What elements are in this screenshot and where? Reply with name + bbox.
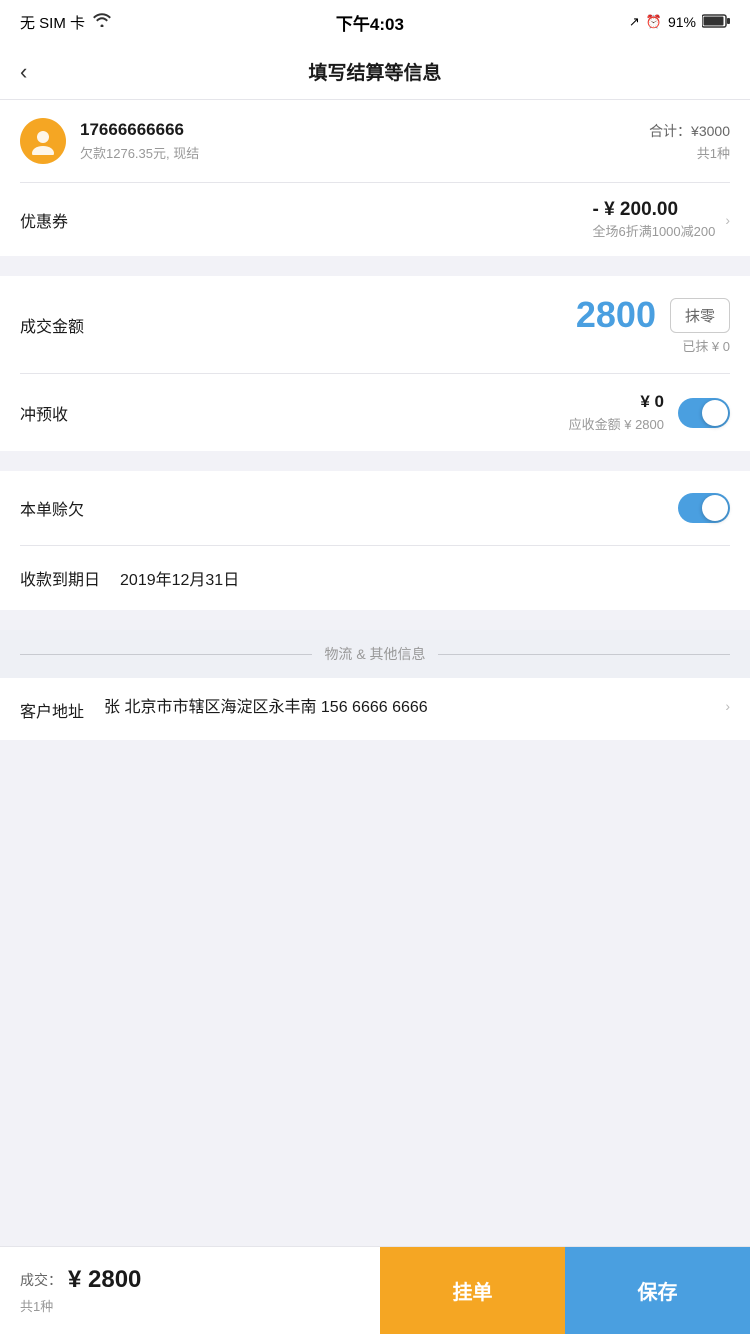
wifi-icon xyxy=(93,13,111,31)
chevron-right-icon: › xyxy=(725,212,730,228)
customer-row: 17666666666 欠款1276.35元, 现结 合计：¥3000 共1种 xyxy=(0,100,750,182)
customer-phone: 17666666666 xyxy=(80,120,199,140)
logistics-divider: 物流 & 其他信息 xyxy=(0,630,750,678)
gap-3 xyxy=(0,620,750,630)
debt-section: 本单赊欠 收款到期日 2019年12月31日 xyxy=(0,471,750,610)
content: 17666666666 欠款1276.35元, 现结 合计：¥3000 共1种 … xyxy=(0,100,750,1020)
transaction-amount: 2800 xyxy=(576,294,656,336)
no-sim-label: 无 SIM 卡 xyxy=(20,12,85,33)
line-left xyxy=(20,654,312,655)
line-right xyxy=(438,654,730,655)
total-count: 共1种 xyxy=(649,143,730,162)
address-chevron-icon: › xyxy=(725,696,730,714)
coupon-desc: 全场6折满1000减200 xyxy=(592,221,715,240)
advance-row: 冲预收 ¥ 0 应收金额 ¥ 2800 xyxy=(0,374,750,451)
status-bar: 无 SIM 卡 下午4:03 ↗ ⏰ 91% xyxy=(0,0,750,44)
status-right: ↗ ⏰ 91% xyxy=(629,14,730,31)
empty-space xyxy=(0,750,750,930)
advance-top: 冲预收 ¥ 0 应收金额 ¥ 2800 xyxy=(20,392,730,433)
debt-row: 本单赊欠 xyxy=(0,471,750,545)
due-date-row: 收款到期日 2019年12月31日 xyxy=(0,546,750,610)
due-date-label: 收款到期日 xyxy=(20,566,100,590)
advance-amounts: ¥ 0 应收金额 ¥ 2800 xyxy=(569,392,664,433)
summary-top: 成交： ¥ 2800 xyxy=(20,1266,360,1294)
nav-bar: ‹ 填写结算等信息 xyxy=(0,44,750,100)
alarm-icon: ⏰ xyxy=(646,14,662,30)
coupon-discount: - ¥ 200.00 xyxy=(592,199,715,221)
status-time: 下午4:03 xyxy=(336,10,404,35)
debt-toggle-knob xyxy=(702,495,728,521)
transaction-section: 成交金额 2800 抹零 已抹 ¥ 0 冲预收 ¥ 0 应收金额 ¥ 2800 xyxy=(0,276,750,451)
advance-toggle[interactable] xyxy=(678,398,730,428)
summary-count: 共1种 xyxy=(20,1296,360,1315)
back-button[interactable]: ‹ xyxy=(20,59,27,85)
address-row[interactable]: 客户地址 张 北京市市辖区海淀区永丰南 156 6666 6666 › xyxy=(0,678,750,740)
debt-toggle[interactable] xyxy=(678,493,730,523)
address-value: 张 北京市市辖区海淀区永丰南 156 6666 6666 xyxy=(104,696,715,720)
logistics-text: 物流 & 其他信息 xyxy=(324,644,425,664)
advance-sub-amount: 应收金额 ¥ 2800 xyxy=(569,414,664,433)
battery-icon xyxy=(702,14,730,31)
summary-label: 成交： xyxy=(20,1270,62,1290)
bottom-bar: 成交： ¥ 2800 共1种 挂单 保存 xyxy=(0,1246,750,1334)
location-icon: ↗ xyxy=(629,14,640,30)
total-label: 合计：¥3000 xyxy=(649,121,730,141)
save-button[interactable]: 保存 xyxy=(565,1247,750,1334)
advance-label: 冲预收 xyxy=(20,401,68,425)
customer-debt: 欠款1276.35元, 现结 xyxy=(80,143,199,162)
due-date-value: 2019年12月31日 xyxy=(120,566,239,590)
gap-1 xyxy=(0,266,750,276)
round-zero-button[interactable]: 抹零 xyxy=(670,298,730,333)
transaction-label: 成交金额 xyxy=(20,313,84,337)
transaction-right: 2800 抹零 已抹 ¥ 0 xyxy=(576,294,730,355)
customer-section: 17666666666 欠款1276.35元, 现结 合计：¥3000 共1种 … xyxy=(0,100,750,256)
avatar xyxy=(20,118,66,164)
coupon-label: 优惠券 xyxy=(20,208,68,232)
gap-2 xyxy=(0,461,750,471)
customer-info: 17666666666 欠款1276.35元, 现结 xyxy=(80,120,199,162)
advance-main-amount: ¥ 0 xyxy=(569,392,664,412)
summary-amount: ¥ 2800 xyxy=(68,1266,141,1294)
address-label: 客户地址 xyxy=(20,696,84,722)
hang-order-button[interactable]: 挂单 xyxy=(380,1247,565,1334)
customer-right: 合计：¥3000 共1种 xyxy=(649,121,730,162)
coupon-row[interactable]: 优惠券 - ¥ 200.00 全场6折满1000减200 › xyxy=(0,183,750,256)
advance-right: ¥ 0 应收金额 ¥ 2800 xyxy=(569,392,730,433)
status-left: 无 SIM 卡 xyxy=(20,12,111,33)
coupon-right: - ¥ 200.00 全场6折满1000减200 › xyxy=(592,199,730,240)
transaction-sub: 已抹 ¥ 0 xyxy=(682,336,730,355)
debt-label: 本单赊欠 xyxy=(20,496,84,520)
page-title: 填写结算等信息 xyxy=(308,58,441,85)
coupon-info: - ¥ 200.00 全场6折满1000减200 xyxy=(592,199,715,240)
customer-left: 17666666666 欠款1276.35元, 现结 xyxy=(20,118,199,164)
bottom-summary: 成交： ¥ 2800 共1种 xyxy=(0,1256,380,1325)
address-section: 客户地址 张 北京市市辖区海淀区永丰南 156 6666 6666 › xyxy=(0,678,750,740)
transaction-amount-row: 成交金额 2800 抹零 已抹 ¥ 0 xyxy=(0,276,750,373)
toggle-knob xyxy=(702,400,728,426)
battery-percent: 91% xyxy=(668,14,696,30)
